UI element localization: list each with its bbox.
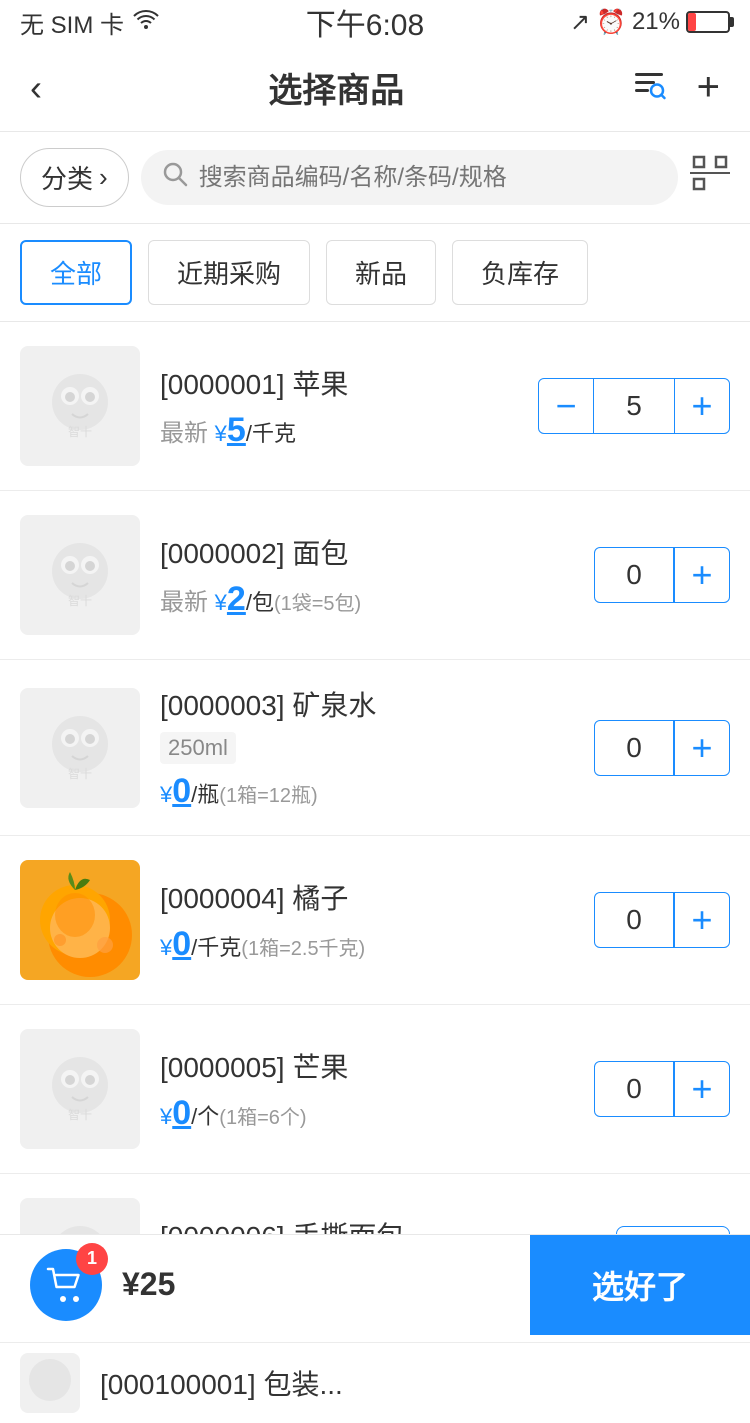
- filter-button[interactable]: [631, 65, 667, 110]
- battery-icon: [686, 11, 730, 33]
- product-image-0000005: 智十: [20, 1029, 140, 1149]
- tab-recent[interactable]: 近期采购: [148, 240, 310, 305]
- product-name-0000002: [0000002] 面包: [160, 532, 574, 572]
- qty-control-0000005: +: [594, 1061, 730, 1117]
- status-left: 无 SIM 卡: [20, 5, 160, 40]
- product-info-0000004: [0000004] 橘子 ¥0/千克(1箱=2.5千克): [160, 877, 574, 964]
- product-name-0000001: [0000001] 苹果: [160, 363, 518, 403]
- category-label: 分类: [41, 159, 93, 196]
- tab-bar: 全部 近期采购 新品 负库存: [0, 224, 750, 322]
- cart-badge: 1: [76, 1243, 108, 1275]
- product-item-0000005: 智十 [0000005] 芒果 ¥0/个(1箱=6个) +: [0, 1005, 750, 1174]
- search-input[interactable]: [199, 164, 658, 192]
- status-bar: 无 SIM 卡 下午6:08 ↗ ⏰ 21%: [0, 0, 750, 44]
- product-spec-0000003: 250ml: [160, 732, 236, 764]
- product-price-0000004: ¥0/千克(1箱=2.5千克): [160, 925, 574, 964]
- product-item-0000002: 智十 [0000002] 面包 最新 ¥2/包(1袋=5包) +: [0, 491, 750, 660]
- product-price-0000002: 最新 ¥2/包(1袋=5包): [160, 580, 574, 619]
- alarm-icon: ⏰: [596, 8, 626, 37]
- product-info-0000003: [0000003] 矿泉水 250ml ¥0/瓶(1箱=12瓶): [160, 684, 574, 811]
- product-image-000100001: [20, 1353, 80, 1413]
- product-info-0000001: [0000001] 苹果 最新 ¥5/千克: [160, 363, 518, 450]
- battery-percent: 21%: [632, 8, 680, 36]
- cart-total: ¥25: [122, 1266, 175, 1303]
- svg-text:智十: 智十: [68, 1107, 92, 1122]
- carrier-text: 无 SIM 卡: [20, 5, 124, 40]
- status-time: 下午6:08: [306, 0, 424, 44]
- product-image-0000004: [20, 860, 140, 980]
- qty-input-0000003[interactable]: [594, 720, 674, 776]
- product-image-0000002: 智十: [20, 515, 140, 635]
- product-name-0000004: [0000004] 橘子: [160, 877, 574, 917]
- bottom-bar: 1 ¥25 选好了: [0, 1234, 750, 1334]
- svg-text:智十: 智十: [68, 424, 92, 439]
- qty-input-0000002[interactable]: [594, 547, 674, 603]
- chevron-right-icon: ›: [99, 162, 108, 193]
- tab-negative[interactable]: 负库存: [452, 240, 588, 305]
- nav-actions: +: [631, 65, 720, 110]
- page-title: 选择商品: [268, 63, 404, 112]
- add-button[interactable]: +: [697, 65, 720, 110]
- tab-all[interactable]: 全部: [20, 240, 132, 305]
- qty-control-0000002: +: [594, 547, 730, 603]
- search-icon: [161, 160, 189, 195]
- qty-plus-0000002[interactable]: +: [674, 547, 730, 603]
- back-button[interactable]: ‹: [30, 67, 42, 109]
- qty-input-0000005[interactable]: [594, 1061, 674, 1117]
- status-right: ↗ ⏰ 21%: [570, 8, 730, 37]
- svg-text:智十: 智十: [68, 766, 92, 781]
- qty-control-0000004: +: [594, 892, 730, 948]
- product-item-0000004: [0000004] 橘子 ¥0/千克(1箱=2.5千克) +: [0, 836, 750, 1005]
- product-price-0000005: ¥0/个(1箱=6个): [160, 1094, 574, 1133]
- qty-input-0000004[interactable]: [594, 892, 674, 948]
- search-box: [141, 150, 678, 205]
- wifi-icon: [132, 8, 160, 36]
- product-name-0000005: [0000005] 芒果: [160, 1046, 574, 1086]
- product-info-0000005: [0000005] 芒果 ¥0/个(1箱=6个): [160, 1046, 574, 1133]
- product-item-0000001: 智十 [0000001] 苹果 最新 ¥5/千克 − +: [0, 322, 750, 491]
- product-image-0000003: 智十: [20, 688, 140, 808]
- product-info-000100001: [000100001] 包装...: [100, 1363, 730, 1403]
- qty-plus-0000004[interactable]: +: [674, 892, 730, 948]
- product-info-0000002: [0000002] 面包 最新 ¥2/包(1袋=5包): [160, 532, 574, 619]
- location-icon: ↗: [570, 8, 590, 37]
- qty-plus-0000003[interactable]: +: [674, 720, 730, 776]
- qty-input-0000001[interactable]: [594, 378, 674, 434]
- product-price-0000001: 最新 ¥5/千克: [160, 411, 518, 450]
- cart-area: 1 ¥25: [0, 1249, 530, 1321]
- tab-new[interactable]: 新品: [326, 240, 436, 305]
- qty-plus-0000005[interactable]: +: [674, 1061, 730, 1117]
- product-name-0000003: [0000003] 矿泉水: [160, 684, 574, 724]
- product-image-0000001: 智十: [20, 346, 140, 466]
- filter-bar: 分类 ›: [0, 132, 750, 224]
- category-button[interactable]: 分类 ›: [20, 148, 129, 207]
- qty-control-0000001: − +: [538, 378, 730, 434]
- confirm-button[interactable]: 选好了: [530, 1235, 750, 1335]
- product-item-000100001-partial: [000100001] 包装...: [0, 1343, 750, 1423]
- nav-bar: ‹ 选择商品 +: [0, 44, 750, 132]
- qty-minus-0000001[interactable]: −: [538, 378, 594, 434]
- qty-plus-0000001[interactable]: +: [674, 378, 730, 434]
- scan-button[interactable]: [690, 153, 730, 202]
- product-price-0000003: ¥0/瓶(1箱=12瓶): [160, 772, 574, 811]
- svg-text:智十: 智十: [68, 593, 92, 608]
- cart-button[interactable]: 1: [30, 1249, 102, 1321]
- product-item-0000003: 智十 [0000003] 矿泉水 250ml ¥0/瓶(1箱=12瓶) +: [0, 660, 750, 836]
- product-name-000100001: [000100001] 包装...: [100, 1363, 730, 1403]
- qty-control-0000003: +: [594, 720, 730, 776]
